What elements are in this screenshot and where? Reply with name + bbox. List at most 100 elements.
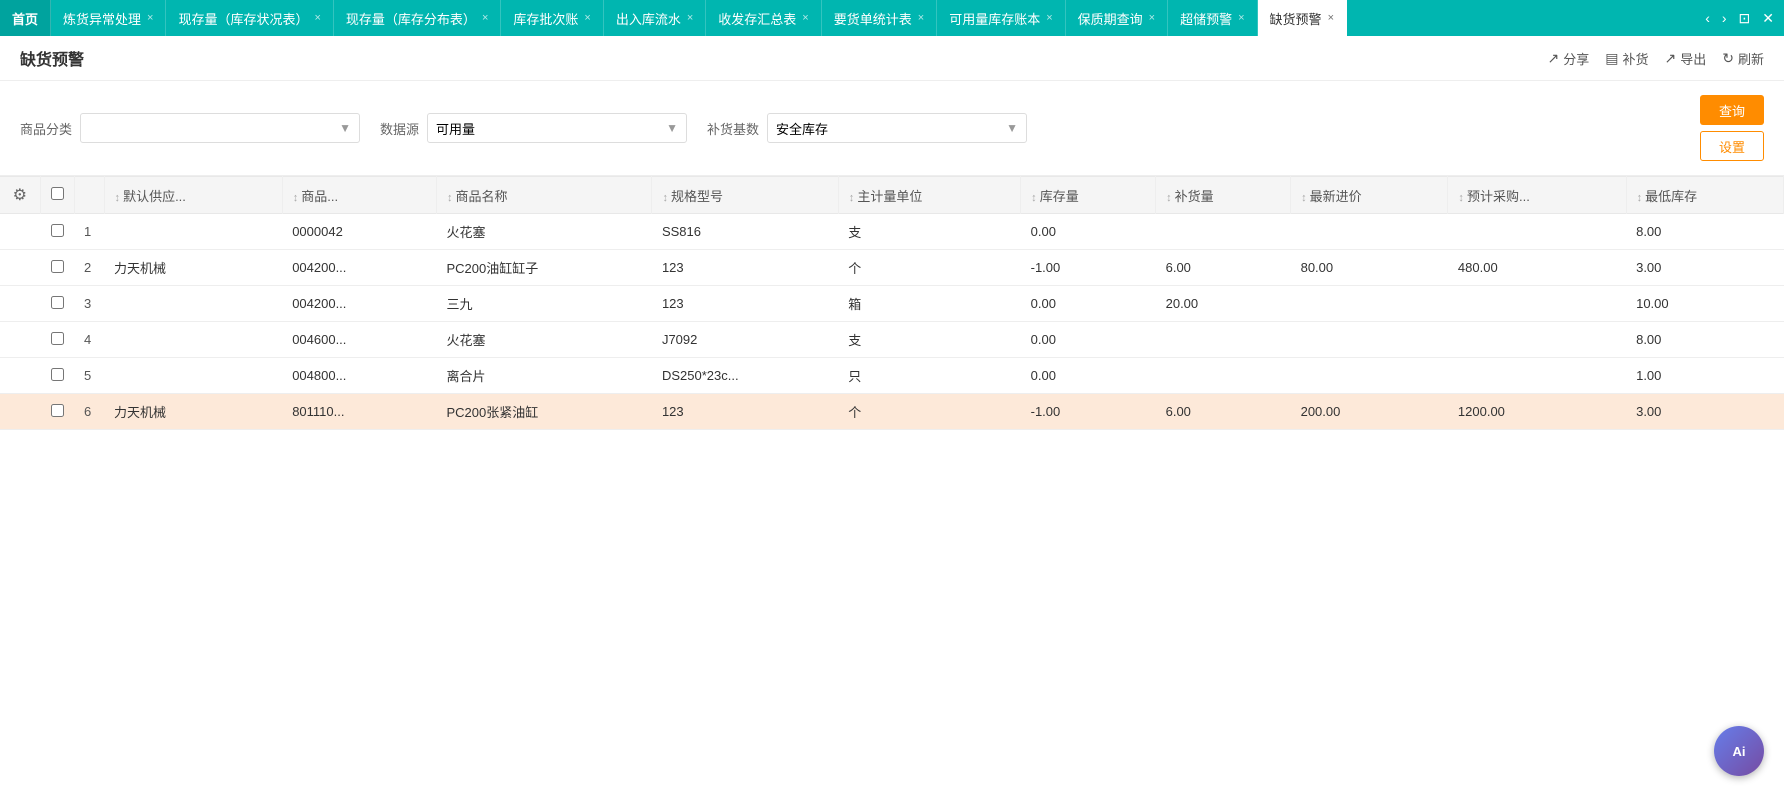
tab-demand-stats-close[interactable]: ×: [918, 12, 924, 24]
row-checkbox-cell[interactable]: [40, 286, 74, 322]
row-replenish-qty: [1156, 358, 1291, 394]
row-latest-price: [1291, 358, 1448, 394]
tab-surplus-warning-close[interactable]: ×: [1238, 12, 1244, 24]
refresh-action[interactable]: ↻ 刷新: [1722, 49, 1764, 68]
nav-tabs: 首页 炼货异常处理 × 现存量（库存状况表） × 现存量（库存分布表） × 库存…: [0, 0, 1784, 36]
datasource-chevron-down-icon: ▼: [666, 121, 678, 135]
tab-shortage-warning[interactable]: 缺货预警 ×: [1258, 0, 1347, 36]
tab-expiry-query[interactable]: 保质期查询 ×: [1066, 0, 1168, 36]
nav-restore-button[interactable]: ⊡: [1733, 8, 1757, 29]
row-number: 3: [74, 286, 104, 322]
table-row: 2 力天机械 004200... PC200油缸缸子 123 个 -1.00 6…: [0, 250, 1784, 286]
share-action[interactable]: ↗ 分享: [1548, 49, 1590, 68]
table-row: 1 0000042 火花塞 SS816 支 0.00 8.00: [0, 214, 1784, 250]
row-checkbox-cell[interactable]: [40, 214, 74, 250]
tab-inventory-dist-close[interactable]: ×: [482, 12, 488, 24]
row-latest-price: [1291, 214, 1448, 250]
nav-prev-button[interactable]: ‹: [1699, 8, 1716, 28]
col-stock[interactable]: 库存量: [1021, 177, 1156, 214]
ai-button[interactable]: Ai: [1714, 726, 1764, 776]
tab-inout-flow-close[interactable]: ×: [687, 12, 693, 24]
col-spec-model[interactable]: 规格型号: [652, 177, 838, 214]
col-gear[interactable]: ⚙: [0, 177, 40, 214]
tab-batch-account[interactable]: 库存批次账 ×: [501, 0, 603, 36]
datasource-select[interactable]: 可用量 ▼: [427, 113, 687, 143]
row-gear-cell: [0, 286, 40, 322]
col-min-stock[interactable]: 最低库存: [1626, 177, 1783, 214]
tab-surplus-warning-label: 超储预警: [1180, 9, 1232, 28]
tab-demand-stats[interactable]: 要货单统计表 ×: [822, 0, 937, 36]
tab-inventory-dist-label: 现存量（库存分布表）: [346, 9, 476, 28]
tab-surplus-warning[interactable]: 超储预警 ×: [1168, 0, 1257, 36]
row-checkbox[interactable]: [51, 296, 64, 309]
row-stock: 0.00: [1021, 358, 1156, 394]
row-replenish-qty: 6.00: [1156, 394, 1291, 430]
tab-available-ledger-label: 可用量库存账本: [949, 9, 1040, 28]
row-checkbox[interactable]: [51, 224, 64, 237]
category-select[interactable]: ▼: [80, 113, 360, 143]
tab-batch-account-close[interactable]: ×: [584, 12, 590, 24]
page-title: 缺货预警: [20, 46, 84, 70]
tab-inout-flow[interactable]: 出入库流水 ×: [604, 0, 706, 36]
query-button[interactable]: 查询: [1700, 95, 1764, 125]
col-est-purchase[interactable]: 预计采购...: [1448, 177, 1626, 214]
col-default-supplier[interactable]: 默认供应...: [104, 177, 282, 214]
select-all-checkbox[interactable]: [51, 187, 64, 200]
nav-close-button[interactable]: ✕: [1756, 8, 1780, 29]
row-checkbox[interactable]: [51, 404, 64, 417]
tab-shortage-warning-close[interactable]: ×: [1328, 12, 1334, 24]
nav-next-button[interactable]: ›: [1716, 8, 1733, 28]
row-min-stock: 1.00: [1626, 358, 1783, 394]
tab-available-ledger[interactable]: 可用量库存账本 ×: [937, 0, 1065, 36]
tab-shortage-warning-label: 缺货预警: [1270, 9, 1322, 28]
filter-actions: 查询 设置: [1700, 95, 1764, 161]
col-replenish-qty[interactable]: 补货量: [1156, 177, 1291, 214]
row-unit: 支: [838, 322, 1020, 358]
row-checkbox-cell[interactable]: [40, 358, 74, 394]
row-product-name: 火花塞: [436, 214, 652, 250]
col-product-name[interactable]: 商品名称: [436, 177, 652, 214]
row-checkbox-cell[interactable]: [40, 394, 74, 430]
row-unit: 个: [838, 250, 1020, 286]
row-est-purchase: [1448, 322, 1626, 358]
row-replenish-qty: 6.00: [1156, 250, 1291, 286]
tab-abnormal[interactable]: 炼货异常处理 ×: [51, 0, 166, 36]
col-latest-price[interactable]: 最新进价: [1291, 177, 1448, 214]
row-checkbox-cell[interactable]: [40, 322, 74, 358]
tab-inventory-status[interactable]: 现存量（库存状况表） ×: [166, 0, 333, 36]
export-action[interactable]: ↗ 导出: [1665, 49, 1707, 68]
row-checkbox[interactable]: [51, 368, 64, 381]
replenish-action[interactable]: ▤ 补货: [1605, 49, 1648, 68]
tab-abnormal-close[interactable]: ×: [147, 12, 153, 24]
tab-inventory-dist[interactable]: 现存量（库存分布表） ×: [334, 0, 501, 36]
tab-collect-store-label: 收发存汇总表: [718, 9, 796, 28]
row-replenish-qty: [1156, 322, 1291, 358]
export-icon: ↗: [1665, 50, 1677, 67]
row-est-purchase: [1448, 286, 1626, 322]
datasource-select-value: 可用量: [436, 119, 475, 138]
row-spec-model: 123: [652, 250, 838, 286]
tab-available-ledger-close[interactable]: ×: [1046, 12, 1052, 24]
row-product-code: 004800...: [282, 358, 436, 394]
tab-inventory-status-close[interactable]: ×: [314, 12, 320, 24]
tab-collect-store[interactable]: 收发存汇总表 ×: [706, 0, 821, 36]
page-header: 缺货预警 ↗ 分享 ▤ 补货 ↗ 导出 ↻ 刷新: [0, 36, 1784, 81]
col-checkbox-header[interactable]: [40, 177, 74, 214]
tab-home[interactable]: 首页: [0, 0, 51, 36]
row-product-name: 火花塞: [436, 322, 652, 358]
tab-expiry-query-close[interactable]: ×: [1149, 12, 1155, 24]
datasource-filter-label: 数据源: [380, 119, 419, 138]
settings-button[interactable]: 设置: [1700, 131, 1764, 161]
gear-icon[interactable]: ⚙: [13, 187, 27, 204]
tab-collect-store-close[interactable]: ×: [802, 12, 808, 24]
row-checkbox[interactable]: [51, 260, 64, 273]
row-checkbox-cell[interactable]: [40, 250, 74, 286]
col-product-code[interactable]: 商品...: [282, 177, 436, 214]
row-number: 5: [74, 358, 104, 394]
replenish-base-select[interactable]: 安全库存 ▼: [767, 113, 1027, 143]
col-unit[interactable]: 主计量单位: [838, 177, 1020, 214]
filter-bar: 商品分类 ▼ 数据源 可用量 ▼ 补货基数 安全库存 ▼ 查询 设置: [0, 81, 1784, 176]
row-default-supplier: [104, 286, 282, 322]
row-latest-price: [1291, 286, 1448, 322]
row-checkbox[interactable]: [51, 332, 64, 345]
